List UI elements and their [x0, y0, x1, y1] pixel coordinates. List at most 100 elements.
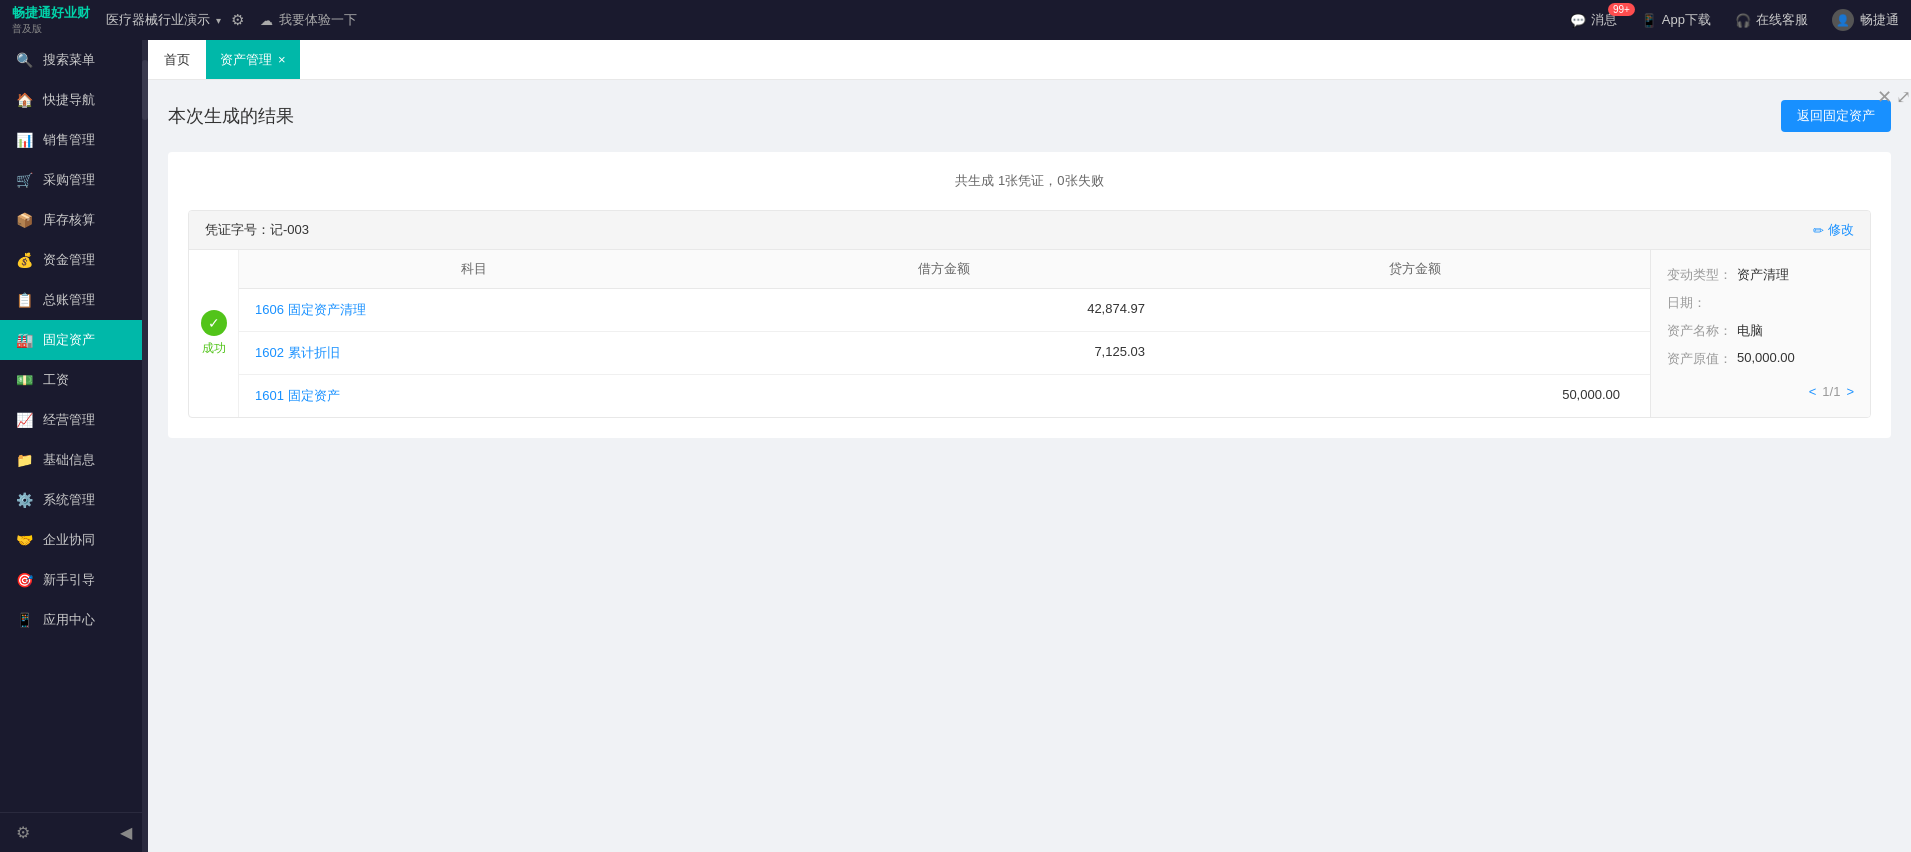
dropdown-arrow-icon: ▾ [216, 15, 221, 26]
avatar: 👤 [1832, 9, 1854, 31]
sidebar-item-basic-info[interactable]: 📁 基础信息 [0, 440, 148, 480]
side-change-type: 变动类型： 资产清理 [1667, 266, 1854, 284]
company-selector[interactable]: 医疗器械行业演示 ▾ ⚙ [106, 11, 244, 29]
side-asset-value: 资产原值： 50,000.00 [1667, 350, 1854, 368]
panel-top-controls: ✕ ⤢ [1877, 88, 1911, 106]
pagination-info: 1/1 [1822, 384, 1840, 399]
sidebar-item-search[interactable]: 🔍 搜索菜单 [0, 40, 148, 80]
sidebar-item-business[interactable]: 📈 经营管理 [0, 400, 148, 440]
message-btn[interactable]: 💬 消息 99+ [1570, 11, 1617, 29]
debit-cell-2: 7,125.03 [700, 332, 1175, 374]
credit-cell-1 [1175, 289, 1650, 331]
edit-button[interactable]: ✏ 修改 [1813, 221, 1854, 239]
guide-icon: 🎯 [16, 572, 33, 588]
sidebar-item-label: 应用中心 [43, 611, 95, 629]
sidebar-item-app-center[interactable]: 📱 应用中心 [0, 600, 148, 640]
date-label: 日期： [1667, 294, 1737, 312]
tab-asset-management[interactable]: 资产管理 × [206, 40, 300, 79]
voucher-header: 凭证字号：记-003 ✏ 修改 [189, 211, 1870, 250]
success-label: 成功 [202, 340, 226, 357]
return-button[interactable]: 返回固定资产 [1781, 100, 1891, 132]
asset-name-label: 资产名称： [1667, 322, 1737, 340]
payroll-icon: 💵 [16, 372, 33, 388]
basic-info-icon: 📁 [16, 452, 33, 468]
message-badge: 99+ [1608, 3, 1635, 16]
asset-value-value: 50,000.00 [1737, 350, 1795, 368]
sidebar-item-sales[interactable]: 📊 销售管理 [0, 120, 148, 160]
close-panel-btn[interactable]: ✕ [1877, 88, 1892, 106]
collapse-icon[interactable]: ◀ [120, 823, 132, 842]
username: 畅捷通 [1860, 11, 1899, 29]
ledger-icon: 📋 [16, 292, 33, 308]
sidebar-item-finance[interactable]: 💰 资金管理 [0, 240, 148, 280]
debit-cell-3 [700, 375, 1175, 417]
debit-cell-1: 42,874.97 [700, 289, 1175, 331]
side-pagination: < 1/1 > [1667, 384, 1854, 399]
app-icon: 📱 [1641, 13, 1657, 28]
app-download-btn[interactable]: 📱 App下载 [1641, 11, 1711, 29]
subject-cell-1: 1606 固定资产清理 [239, 289, 700, 331]
change-type-value: 资产清理 [1737, 266, 1789, 284]
voucher-body: ✓ 成功 科目 借方金额 贷方金额 [189, 250, 1870, 417]
sidebar-item-label: 库存核算 [43, 211, 95, 229]
voucher-card: 凭证字号：记-003 ✏ 修改 ✓ 成功 [188, 210, 1871, 418]
sidebar-item-label: 总账管理 [43, 291, 95, 309]
sidebar-item-payroll[interactable]: 💵 工资 [0, 360, 148, 400]
credit-cell-2 [1175, 332, 1650, 374]
voucher-side-panel: 变动类型： 资产清理 日期： 资产名称： 电脑 [1650, 250, 1870, 417]
expand-panel-btn[interactable]: ⤢ [1896, 88, 1911, 106]
page-title-row: 本次生成的结果 返回固定资产 [168, 100, 1891, 132]
sidebar-item-purchase[interactable]: 🛒 采购管理 [0, 160, 148, 200]
sidebar-bottom: ⚙ ◀ [0, 812, 148, 852]
system-icon: ⚙️ [16, 492, 33, 508]
fixed-assets-icon: 🏭 [16, 332, 33, 348]
finance-icon: 💰 [16, 252, 33, 268]
app-download-label: App下载 [1662, 11, 1711, 29]
credit-cell-3: 50,000.00 [1175, 375, 1650, 417]
sidebar-item-label: 工资 [43, 371, 69, 389]
app-center-icon: 📱 [16, 612, 33, 628]
sidebar-item-inventory[interactable]: 📦 库存核算 [0, 200, 148, 240]
settings-icon[interactable]: ⚙ [231, 11, 244, 29]
online-service-label: 在线客服 [1756, 11, 1808, 29]
next-page-btn[interactable]: > [1846, 384, 1854, 399]
sidebar-item-fixed-assets[interactable]: 🏭 固定资产 [0, 320, 148, 360]
tab-home[interactable]: 首页 [148, 40, 206, 79]
side-date: 日期： [1667, 294, 1854, 312]
sidebar-item-cooperation[interactable]: 🤝 企业协同 [0, 520, 148, 560]
headset-icon: 🎧 [1735, 13, 1751, 28]
message-icon: 💬 [1570, 13, 1586, 28]
edit-icon: ✏ [1813, 223, 1824, 238]
asset-name-value: 电脑 [1737, 322, 1763, 340]
prev-page-btn[interactable]: < [1809, 384, 1817, 399]
experience-btn[interactable]: ☁ 我要体验一下 [260, 11, 357, 29]
tab-close-icon[interactable]: × [278, 52, 286, 67]
sidebar-item-system[interactable]: ⚙️ 系统管理 [0, 480, 148, 520]
cloud-icon: ☁ [260, 13, 273, 28]
col-header-debit: 借方金额 [709, 250, 1179, 288]
experience-label: 我要体验一下 [279, 11, 357, 29]
sidebar-item-label: 系统管理 [43, 491, 95, 509]
business-icon: 📈 [16, 412, 33, 428]
side-asset-name: 资产名称： 电脑 [1667, 322, 1854, 340]
voucher-number: 凭证字号：记-003 [205, 221, 309, 239]
success-icon: ✓ [201, 310, 227, 336]
sidebar-item-ledger[interactable]: 📋 总账管理 [0, 280, 148, 320]
sales-icon: 📊 [16, 132, 33, 148]
sidebar-item-quick-nav[interactable]: 🏠 快捷导航 [0, 80, 148, 120]
subject-cell-3: 1601 固定资产 [239, 375, 700, 417]
user-area[interactable]: 👤 畅捷通 [1832, 9, 1899, 31]
sidebar-item-guide[interactable]: 🎯 新手引导 [0, 560, 148, 600]
tab-label: 资产管理 [220, 51, 272, 69]
purchase-icon: 🛒 [16, 172, 33, 188]
table-row: 1602 累计折旧 7,125.03 [239, 332, 1650, 375]
sidebar-item-label: 资金管理 [43, 251, 95, 269]
sidebar-item-label: 企业协同 [43, 531, 95, 549]
company-name: 医疗器械行业演示 [106, 11, 210, 29]
online-service-btn[interactable]: 🎧 在线客服 [1735, 11, 1808, 29]
change-type-label: 变动类型： [1667, 266, 1737, 284]
sidebar-item-label: 销售管理 [43, 131, 95, 149]
sidebar-item-label: 快捷导航 [43, 91, 95, 109]
settings-bottom-icon[interactable]: ⚙ [16, 823, 30, 842]
col-header-credit: 贷方金额 [1180, 250, 1650, 288]
